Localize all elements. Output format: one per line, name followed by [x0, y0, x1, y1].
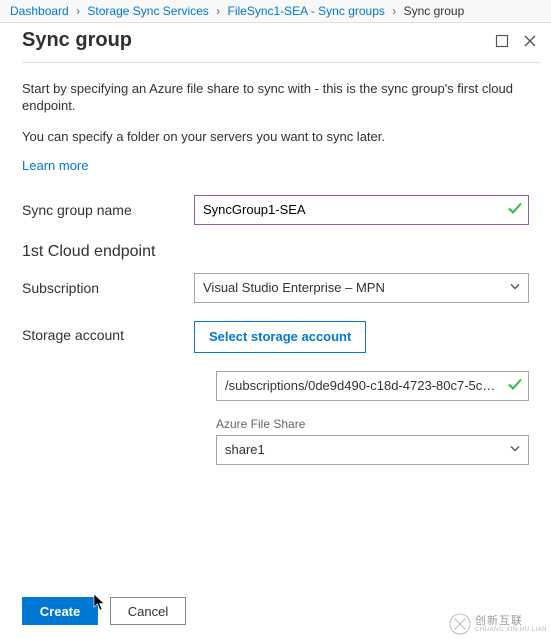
breadcrumb-storage-sync-services[interactable]: Storage Sync Services: [87, 4, 208, 18]
subscription-label: Subscription: [22, 280, 194, 296]
breadcrumb-sync-group: Sync group: [404, 4, 465, 18]
azure-file-share-select[interactable]: share1: [216, 435, 529, 465]
intro-text-1: Start by specifying an Azure file share …: [22, 81, 529, 115]
storage-account-path-field[interactable]: /subscriptions/0de9d490-c18d-4723-80c7-5…: [216, 371, 529, 401]
chevron-down-icon: [508, 279, 522, 296]
close-button[interactable]: [519, 30, 541, 52]
chevron-down-icon: [508, 441, 522, 458]
chevron-right-icon: ›: [216, 4, 220, 18]
storage-account-path-value: /subscriptions/0de9d490-c18d-4723-80c7-5…: [225, 378, 500, 393]
watermark-logo-icon: [449, 613, 471, 635]
subscription-select[interactable]: Visual Studio Enterprise – MPN: [194, 273, 529, 303]
chevron-right-icon: ›: [392, 4, 396, 18]
breadcrumb-dashboard[interactable]: Dashboard: [10, 4, 69, 18]
azure-file-share-selected-value: share1: [225, 442, 265, 457]
breadcrumb-filesync1-sea-sync-groups[interactable]: FileSync1-SEA - Sync groups: [227, 4, 384, 18]
chevron-right-icon: ›: [76, 4, 80, 18]
breadcrumb: Dashboard › Storage Sync Services › File…: [0, 0, 551, 23]
azure-file-share-label: Azure File Share: [216, 417, 529, 431]
subscription-selected-value: Visual Studio Enterprise – MPN: [203, 280, 385, 295]
cancel-button[interactable]: Cancel: [110, 597, 186, 625]
watermark-text-2: CHUANG XIN HU LIAN: [475, 627, 547, 633]
learn-more-link[interactable]: Learn more: [22, 158, 88, 173]
sync-group-name-input[interactable]: [194, 195, 529, 225]
storage-account-label: Storage account: [22, 321, 194, 343]
create-button[interactable]: Create: [22, 597, 98, 625]
page-title: Sync group: [22, 29, 485, 52]
watermark: 创新互联 CHUANG XIN HU LIAN: [449, 613, 547, 635]
restore-window-button[interactable]: [491, 30, 513, 52]
window-restore-icon: [495, 34, 509, 48]
watermark-text-1: 创新互联: [475, 616, 547, 627]
close-icon: [523, 34, 537, 48]
section-1st-cloud-endpoint: 1st Cloud endpoint: [22, 243, 529, 261]
sync-group-name-label: Sync group name: [22, 202, 194, 218]
intro-text-2: You can specify a folder on your servers…: [22, 129, 529, 144]
check-icon: [507, 200, 523, 219]
check-icon: [507, 376, 523, 395]
select-storage-account-button[interactable]: Select storage account: [194, 321, 366, 353]
